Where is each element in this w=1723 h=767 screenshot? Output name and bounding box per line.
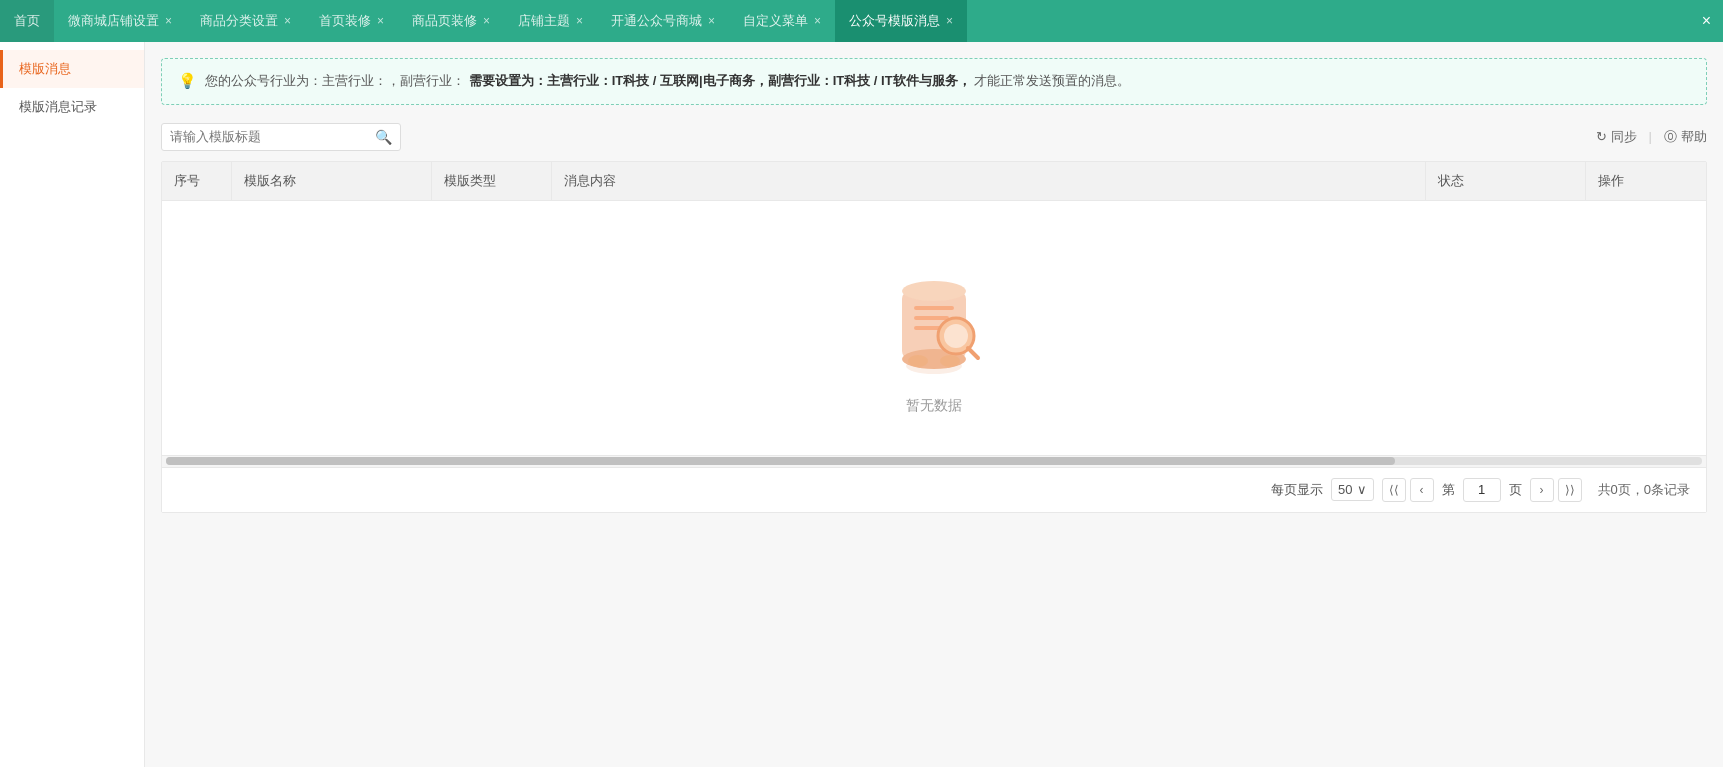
notice-highlight: 需要设置为：主营行业：IT科技 / 互联网|电子商务，副营行业：IT科技 / I… <box>469 73 971 88</box>
tab-close-homepage[interactable]: × <box>377 14 384 28</box>
page-size-value: 50 <box>1338 482 1352 497</box>
search-box: 🔍 <box>161 123 401 151</box>
empty-state: 暂无数据 <box>162 201 1706 455</box>
next-page-button[interactable]: › <box>1530 478 1554 502</box>
nav-tab-category[interactable]: 商品分类设置 × <box>186 0 305 42</box>
nav-tab-open-shop[interactable]: 开通公众号商城 × <box>597 0 729 42</box>
tab-close-open-shop[interactable]: × <box>708 14 715 28</box>
tab-close-custom-menu[interactable]: × <box>814 14 821 28</box>
pagination: 每页显示 50 ∨ ⟨⟨ ‹ 第 页 › ⟩⟩ 共0页，0条记录 <box>162 467 1706 512</box>
main-content: 💡 您的公众号行业为：主营行业：，副营行业： 需要设置为：主营行业：IT科技 /… <box>145 42 1723 767</box>
col-content: 消息内容 <box>552 162 1426 200</box>
help-button[interactable]: ⓪ 帮助 <box>1664 128 1707 146</box>
tab-close-category[interactable]: × <box>284 14 291 28</box>
page-label: 第 <box>1442 481 1455 499</box>
top-nav: 首页微商城店铺设置 ×商品分类设置 ×首页装修 ×商品页装修 ×店铺主题 ×开通… <box>0 0 1723 42</box>
svg-point-2 <box>902 281 966 301</box>
empty-text: 暂无数据 <box>906 397 962 415</box>
help-label: 帮助 <box>1681 128 1707 146</box>
col-index: 序号 <box>162 162 232 200</box>
tab-close-product-page[interactable]: × <box>483 14 490 28</box>
svg-line-9 <box>968 348 978 358</box>
svg-point-10 <box>908 355 928 367</box>
nav-tab-custom-menu[interactable]: 自定义菜单 × <box>729 0 835 42</box>
nav-tab-wechat-store[interactable]: 微商城店铺设置 × <box>54 0 186 42</box>
help-icon: ⓪ <box>1664 128 1677 146</box>
page-number-input[interactable] <box>1463 478 1501 502</box>
nav-tab-store-theme[interactable]: 店铺主题 × <box>504 0 597 42</box>
main-layout: 模版消息模版消息记录 💡 您的公众号行业为：主营行业：，副营行业： 需要设置为：… <box>0 42 1723 767</box>
first-page-button[interactable]: ⟨⟨ <box>1382 478 1406 502</box>
page-size-select[interactable]: 50 ∨ <box>1331 478 1373 501</box>
scrollbar-thumb[interactable] <box>166 457 1395 465</box>
sync-button[interactable]: ↻ 同步 <box>1596 128 1637 146</box>
svg-point-8 <box>944 324 968 348</box>
last-page-button[interactable]: ⟩⟩ <box>1558 478 1582 502</box>
nav-tab-product-page[interactable]: 商品页装修 × <box>398 0 504 42</box>
notice-prefix: 您的公众号行业为：主营行业：，副营行业： <box>205 73 465 88</box>
sync-label: 同步 <box>1611 128 1637 146</box>
page-navigation: ⟨⟨ ‹ 第 页 › ⟩⟩ <box>1382 478 1582 502</box>
svg-rect-4 <box>914 306 954 310</box>
sidebar: 模版消息模版消息记录 <box>0 42 145 767</box>
col-name: 模版名称 <box>232 162 432 200</box>
toolbar-right: ↻ 同步 | ⓪ 帮助 <box>1596 128 1707 146</box>
page-unit: 页 <box>1509 481 1522 499</box>
window-close-button[interactable]: × <box>1702 12 1711 30</box>
svg-point-11 <box>940 355 960 367</box>
empty-illustration <box>874 261 994 381</box>
notice-suffix: 才能正常发送预置的消息。 <box>974 73 1130 88</box>
sidebar-item-template-msg-log[interactable]: 模版消息记录 <box>0 88 144 126</box>
nav-tab-template-msg[interactable]: 公众号模版消息 × <box>835 0 967 42</box>
scrollbar-track[interactable] <box>166 457 1702 465</box>
horizontal-scrollbar[interactable] <box>162 455 1706 467</box>
tab-close-template-msg[interactable]: × <box>946 14 953 28</box>
toolbar: 🔍 ↻ 同步 | ⓪ 帮助 <box>161 123 1707 151</box>
divider: | <box>1649 129 1652 144</box>
prev-page-button[interactable]: ‹ <box>1410 478 1434 502</box>
notice-icon: 💡 <box>178 72 197 90</box>
notice-box: 💡 您的公众号行业为：主营行业：，副营行业： 需要设置为：主营行业：IT科技 /… <box>161 58 1707 105</box>
search-input[interactable] <box>170 129 375 144</box>
table-header: 序号 模版名称 模版类型 消息内容 状态 操作 <box>162 162 1706 201</box>
col-type: 模版类型 <box>432 162 552 200</box>
tab-close-store-theme[interactable]: × <box>576 14 583 28</box>
tab-close-wechat-store[interactable]: × <box>165 14 172 28</box>
page-size-label: 每页显示 <box>1271 481 1323 499</box>
nav-tab-home[interactable]: 首页 <box>0 0 54 42</box>
search-icon[interactable]: 🔍 <box>375 129 392 145</box>
col-action: 操作 <box>1586 162 1706 200</box>
notice-text: 您的公众号行业为：主营行业：，副营行业： 需要设置为：主营行业：IT科技 / 互… <box>205 71 1130 92</box>
svg-rect-5 <box>914 316 949 320</box>
sidebar-item-template-msg[interactable]: 模版消息 <box>0 50 144 88</box>
data-table: 序号 模版名称 模版类型 消息内容 状态 操作 <box>161 161 1707 513</box>
page-total: 共0页，0条记录 <box>1598 481 1690 499</box>
sync-icon: ↻ <box>1596 129 1607 144</box>
nav-tab-homepage[interactable]: 首页装修 × <box>305 0 398 42</box>
page-size-dropdown-icon: ∨ <box>1357 482 1367 497</box>
col-status: 状态 <box>1426 162 1586 200</box>
